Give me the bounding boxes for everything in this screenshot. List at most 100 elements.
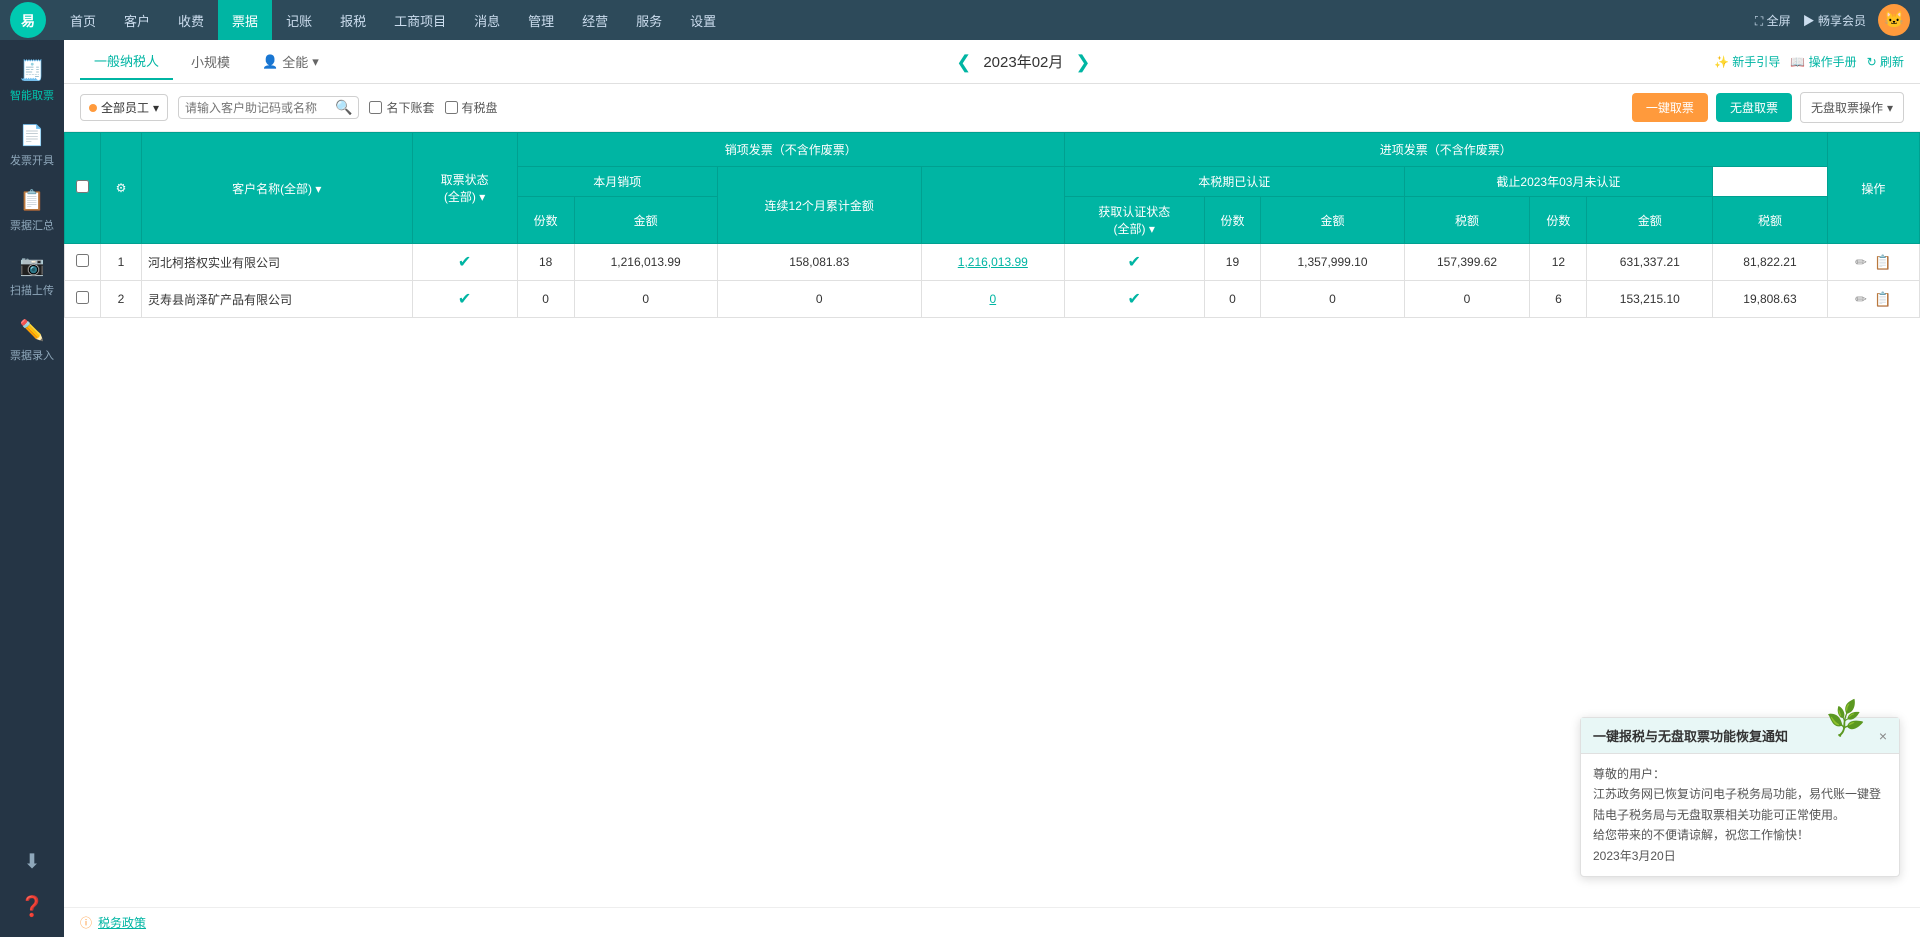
select-all-checkbox[interactable] (76, 180, 89, 193)
summary-icon: 📋 (20, 188, 45, 213)
logo[interactable]: 易 (10, 2, 46, 38)
notification-popup: 🌿 一键报税与无盘取票功能恢复通知 × 尊敬的用户： 江苏政务网已恢复访问电子税… (1580, 717, 1900, 877)
cumulative-link[interactable]: 1,216,013.99 (958, 255, 1028, 269)
nav-manage[interactable]: 管理 (514, 0, 568, 40)
settings-icon[interactable]: ⚙ (116, 181, 127, 195)
notification-greeting: 尊敬的用户： (1593, 764, 1887, 784)
td-customer-name: 灵寿县尚泽矿产品有限公司 (141, 281, 412, 318)
new-guide-btn[interactable]: ✨ 新手引导 (1714, 53, 1780, 70)
nav-industry[interactable]: 工商项目 (380, 0, 460, 40)
table-row: 1 河北柯搭权实业有限公司 ✔ 18 1,216,013.99 158,081.… (65, 244, 1920, 281)
table-row: 2 灵寿县尚泽矿产品有限公司 ✔ 0 0 0 0 ✔ 0 0 0 6 153,2… (65, 281, 1920, 318)
th-sales-invoice: 销项发票（不含作废票） (517, 133, 1064, 167)
tab-all-label: 全能 (282, 52, 308, 71)
nav-service[interactable]: 服务 (622, 0, 676, 40)
filter-icon-3[interactable]: ▾ (1149, 222, 1155, 236)
scan-icon: 📷 (20, 253, 45, 278)
td-uncert-count: 12 (1530, 244, 1587, 281)
sidebar-label-open-invoice: 发票开具 (10, 152, 54, 168)
td-inbound-count: 19 (1204, 244, 1261, 281)
current-month: 2023年02月 (983, 51, 1063, 72)
th-uncert-count: 份数 (1530, 197, 1587, 244)
has-tax-disk-checkbox[interactable]: 有税盘 (445, 99, 498, 116)
edit-icon-2[interactable]: ✏ (1855, 291, 1867, 307)
sidebar-item-open-invoice[interactable]: 📄 发票开具 (4, 115, 60, 176)
fullscreen-btn[interactable]: ⛶ 全屏 (1755, 12, 1791, 29)
cumulative-link-2[interactable]: 0 (989, 292, 996, 306)
sidebar-label-entry: 票据录入 (10, 347, 54, 363)
td-num: 2 (101, 281, 142, 318)
filter-actions: 一键取票 无盘取票 无盘取票操作 ▾ (1632, 92, 1904, 123)
nav-home[interactable]: 首页 (56, 0, 110, 40)
notification-closing: 给您带来的不便请谅解，祝您工作愉快！ (1593, 825, 1887, 845)
notification-body: 尊敬的用户： 江苏政务网已恢复访问电子税务局功能，易代账一键登陆电子税务局与无盘… (1581, 754, 1899, 876)
sidebar-item-entry[interactable]: ✏️ 票据录入 (4, 310, 60, 371)
search-input[interactable] (185, 101, 335, 115)
one-key-fetch-btn[interactable]: 一键取票 (1632, 93, 1708, 122)
td-sales-amount: 0 (574, 281, 717, 318)
td-action: ✏ 📋 (1827, 244, 1919, 281)
filter-icon[interactable]: ▾ (315, 182, 321, 196)
open-invoice-icon: 📄 (20, 123, 45, 148)
sidebar-item-help[interactable]: ❓ (4, 886, 60, 927)
search-wrap: 🔍 (178, 96, 359, 119)
td-sales-count: 18 (517, 244, 574, 281)
nav-invoice[interactable]: 票据 (218, 0, 272, 40)
nav-customer[interactable]: 客户 (110, 0, 164, 40)
row-checkbox[interactable] (76, 291, 89, 304)
td-uncert-tax: 19,808.63 (1713, 281, 1827, 318)
subordinate-accounts-checkbox[interactable]: 名下账套 (369, 99, 434, 116)
th-sales-amount: 金额 (574, 197, 717, 244)
detail-icon-2[interactable]: 📋 (1874, 291, 1891, 307)
tab-general-taxpayer[interactable]: 一般纳税人 (80, 43, 173, 80)
employee-select[interactable]: 全部员工 ▾ (80, 94, 168, 121)
no-disk-ops-btn[interactable]: 无盘取票操作 ▾ (1800, 92, 1904, 123)
nav-ops[interactable]: 经营 (568, 0, 622, 40)
nav-accounting[interactable]: 记账 (272, 0, 326, 40)
help-icon: ❓ (20, 894, 45, 919)
prev-month-btn[interactable]: ❮ (956, 53, 971, 71)
no-disk-fetch-btn[interactable]: 无盘取票 (1716, 93, 1792, 122)
sidebar-item-scan[interactable]: 📷 扫描上传 (4, 245, 60, 306)
member-btn[interactable]: ▶ 畅享会员 (1803, 12, 1866, 29)
tab-all[interactable]: 👤 全能 ▾ (248, 44, 333, 79)
td-sales-tax: 0 (717, 281, 921, 318)
filter-icon-2[interactable]: ▾ (479, 190, 485, 204)
notification-scroll[interactable]: 尊敬的用户： 江苏政务网已恢复访问电子税务局功能，易代账一键登陆电子税务局与无盘… (1581, 754, 1899, 876)
cert-check-icon: ✔ (1127, 254, 1140, 271)
refresh-btn[interactable]: ↻ 刷新 (1867, 53, 1904, 70)
th-action: 操作 (1827, 133, 1919, 244)
row-checkbox[interactable] (76, 254, 89, 267)
top-navigation: 易 首页 客户 收费 票据 记账 报税 工商项目 消息 管理 经营 服务 设置 … (0, 0, 1920, 40)
detail-icon[interactable]: 📋 (1874, 254, 1891, 270)
edit-icon[interactable]: ✏ (1855, 254, 1867, 270)
info-icon: ⓘ (80, 914, 92, 931)
sidebar-item-smart-fetch[interactable]: 🧾 智能取票 (4, 50, 60, 111)
entry-icon: ✏️ (20, 318, 45, 343)
bottom-bar: ⓘ 税务政策 (64, 907, 1920, 937)
td-cert-status: ✔ (1064, 281, 1204, 318)
avatar[interactable]: 🐱 (1878, 4, 1910, 36)
sidebar-item-download[interactable]: ⬇ (4, 841, 60, 882)
td-uncert-tax: 81,822.21 (1713, 244, 1827, 281)
sidebar-item-summary[interactable]: 📋 票据汇总 (4, 180, 60, 241)
td-checkbox (65, 281, 101, 318)
next-month-btn[interactable]: ❯ (1075, 53, 1090, 71)
td-cumulative: 0 (921, 281, 1064, 318)
nav-settings[interactable]: 设置 (676, 0, 730, 40)
employee-select-label: 全部员工 (101, 99, 149, 116)
filter-bar: 全部员工 ▾ 🔍 名下账套 有税盘 一键取票 无盘取票 无盘取票操作 ▾ (64, 84, 1920, 132)
td-uncert-amount: 631,337.21 (1587, 244, 1713, 281)
select-arrow-icon: ▾ (153, 101, 159, 115)
td-customer-name: 河北柯搭权实业有限公司 (141, 244, 412, 281)
tab-small-scale[interactable]: 小规模 (177, 44, 244, 79)
tax-policy-link[interactable]: 税务政策 (98, 914, 146, 931)
manual-btn[interactable]: 📖 操作手册 (1790, 53, 1856, 70)
month-navigation: ❮ 2023年02月 ❯ (337, 51, 1710, 72)
td-cumulative: 1,216,013.99 (921, 244, 1064, 281)
nav-tax[interactable]: 报税 (326, 0, 380, 40)
nav-fees[interactable]: 收费 (164, 0, 218, 40)
search-button[interactable]: 🔍 (335, 99, 352, 116)
nav-message[interactable]: 消息 (460, 0, 514, 40)
tab-small-label: 小规模 (191, 52, 230, 71)
